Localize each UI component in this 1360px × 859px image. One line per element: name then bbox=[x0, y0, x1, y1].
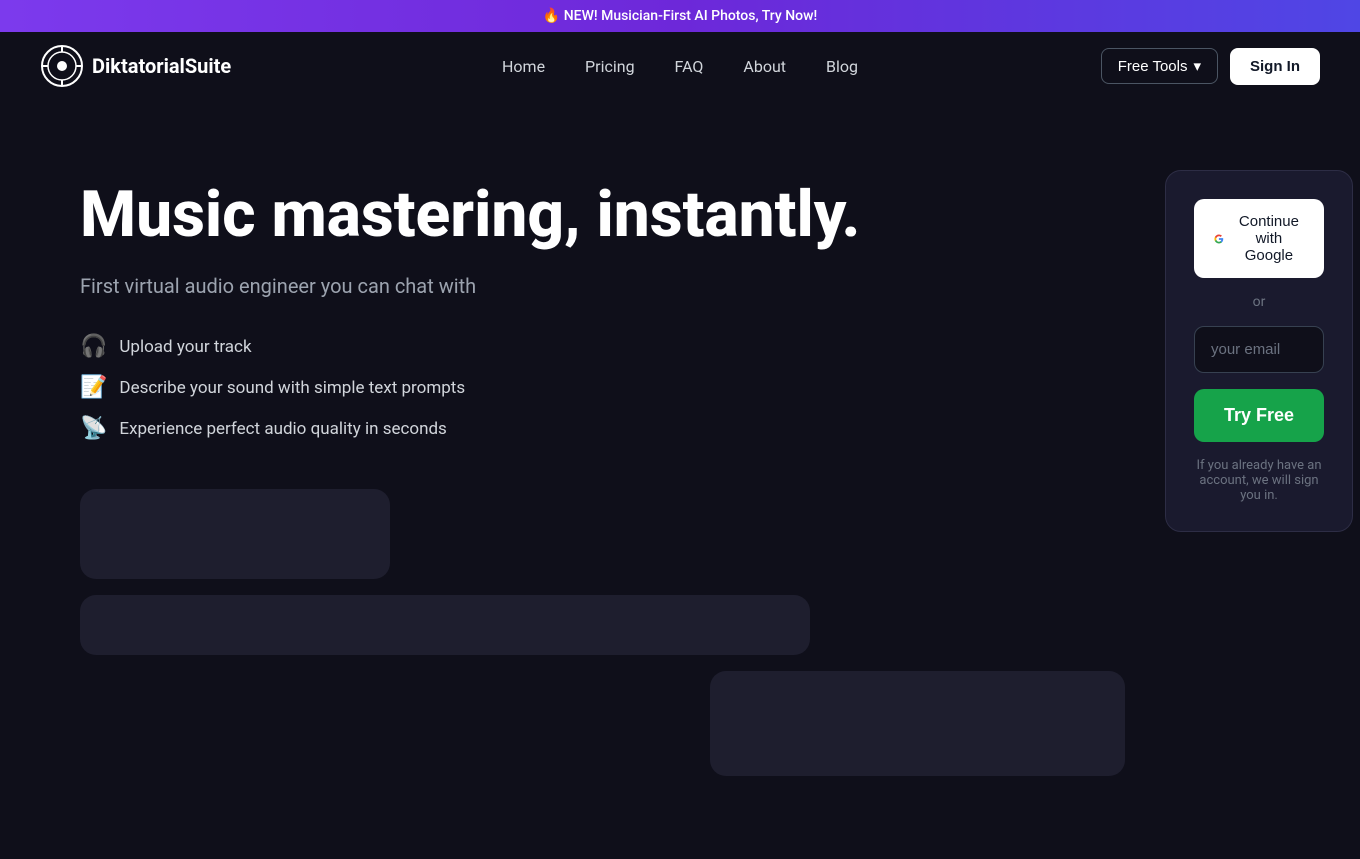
free-tools-button[interactable]: Free Tools ▾ bbox=[1101, 48, 1218, 84]
nav-home[interactable]: Home bbox=[486, 49, 561, 84]
google-icon bbox=[1214, 229, 1224, 249]
try-free-button[interactable]: Try Free bbox=[1194, 389, 1324, 442]
card-placeholder-1 bbox=[80, 489, 390, 579]
nav-pricing[interactable]: Pricing bbox=[569, 49, 651, 84]
divider: or bbox=[1194, 294, 1324, 310]
feature-list: 🎧 Upload your track 📝 Describe your soun… bbox=[80, 334, 1125, 441]
logo[interactable]: DiktatorialSuite bbox=[40, 44, 231, 88]
card-placeholder-3 bbox=[710, 671, 1125, 776]
email-input[interactable] bbox=[1194, 326, 1324, 373]
card-placeholder-2 bbox=[80, 595, 810, 655]
feature-text-1: Upload your track bbox=[119, 337, 251, 357]
logo-icon bbox=[40, 44, 84, 88]
feature-text-2: Describe your sound with simple text pro… bbox=[119, 378, 465, 398]
nav-links: Home Pricing FAQ About Blog bbox=[486, 49, 874, 84]
hero-title: Music mastering, instantly. bbox=[80, 180, 1125, 250]
divider-text: or bbox=[1253, 294, 1266, 310]
google-signin-button[interactable]: Continue with Google bbox=[1194, 199, 1324, 278]
cards-section bbox=[80, 489, 1125, 776]
auth-card: Continue with Google or Try Free If you … bbox=[1165, 170, 1353, 532]
main-content: Music mastering, instantly. First virtua… bbox=[0, 100, 1360, 816]
auth-note: If you already have an account, we will … bbox=[1194, 458, 1324, 503]
audio-icon: 📡 bbox=[80, 416, 107, 441]
hero-subtitle: First virtual audio engineer you can cha… bbox=[80, 274, 1125, 298]
headphones-icon: 🎧 bbox=[80, 334, 107, 359]
nav-blog[interactable]: Blog bbox=[810, 49, 874, 84]
hero-section: Music mastering, instantly. First virtua… bbox=[80, 160, 1125, 776]
navbar: DiktatorialSuite Home Pricing FAQ About … bbox=[0, 32, 1360, 100]
feature-item-3: 📡 Experience perfect audio quality in se… bbox=[80, 416, 1125, 441]
free-tools-label: Free Tools bbox=[1118, 58, 1188, 75]
google-btn-label: Continue with Google bbox=[1234, 213, 1304, 264]
sign-in-button[interactable]: Sign In bbox=[1230, 48, 1320, 85]
announcement-banner[interactable]: 🔥 NEW! Musician-First AI Photos, Try Now… bbox=[0, 0, 1360, 32]
notepad-icon: 📝 bbox=[80, 375, 107, 400]
feature-item-2: 📝 Describe your sound with simple text p… bbox=[80, 375, 1125, 400]
feature-text-3: Experience perfect audio quality in seco… bbox=[119, 419, 446, 439]
announcement-text: 🔥 NEW! Musician-First AI Photos, Try Now… bbox=[543, 8, 817, 24]
nav-right: Free Tools ▾ Sign In bbox=[1101, 48, 1320, 85]
chevron-down-icon: ▾ bbox=[1193, 57, 1201, 75]
feature-item-1: 🎧 Upload your track bbox=[80, 334, 1125, 359]
logo-text: DiktatorialSuite bbox=[92, 54, 231, 78]
nav-about[interactable]: About bbox=[727, 49, 802, 84]
nav-faq[interactable]: FAQ bbox=[659, 49, 720, 84]
